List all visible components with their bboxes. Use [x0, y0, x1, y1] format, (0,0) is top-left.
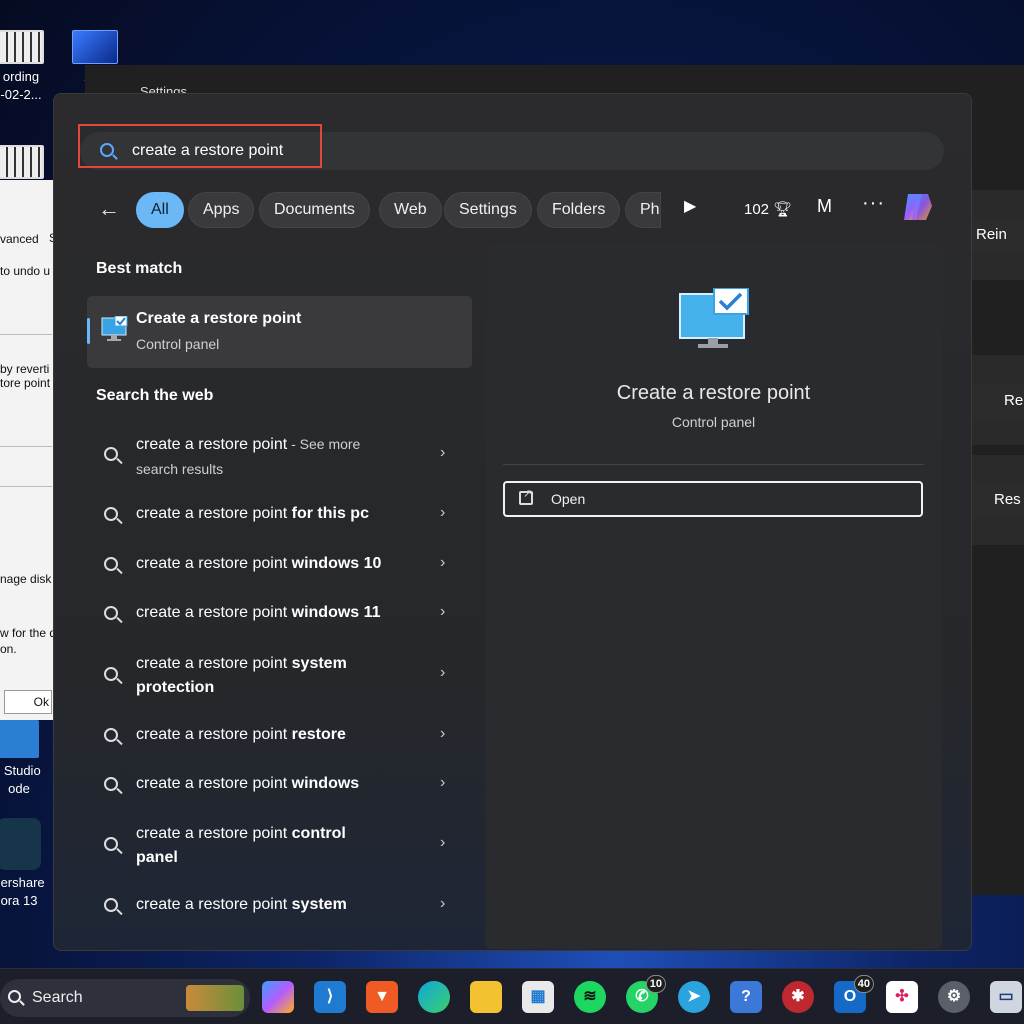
spotify-icon[interactable]: ≋ — [574, 981, 606, 1013]
chevron-right-icon: › — [440, 444, 446, 461]
outlook-badge: 40 — [853, 975, 874, 993]
chevron-right-icon: › — [440, 834, 446, 851]
filter-apps[interactable]: Apps — [188, 192, 255, 228]
filter-settings[interactable]: Settings — [444, 192, 532, 228]
image-file-icon — [72, 30, 118, 64]
best-match-title: Create a restore point — [136, 310, 302, 327]
vscode-icon — [0, 720, 39, 758]
whatsapp-icon[interactable]: ✆ 10 — [626, 975, 666, 1013]
web-result-item[interactable]: create a restore point for this pc › — [96, 504, 456, 528]
video-file-icon — [0, 145, 44, 179]
vscode-icon[interactable]: ⟩ — [314, 981, 346, 1013]
settings-reset-button[interactable]: Re — [964, 384, 1024, 418]
slack-icon[interactable]: ✣ — [886, 981, 918, 1013]
taskbar-search[interactable]: Search — [0, 979, 250, 1017]
edge-icon[interactable] — [418, 981, 450, 1013]
web-result-item[interactable]: create a restore point windows 10 › — [96, 554, 456, 578]
search-icon — [104, 606, 118, 620]
best-match-subtitle: Control panel — [136, 336, 220, 352]
search-icon — [104, 898, 118, 912]
chevron-right-icon: › — [440, 664, 446, 681]
security-app-icon[interactable]: ✱ — [782, 981, 814, 1013]
search-highlight-image — [186, 985, 244, 1011]
desktop-icon-recording[interactable]: ording -02-2... — [0, 30, 56, 104]
search-icon — [104, 557, 118, 571]
open-button-label: Open — [551, 491, 586, 507]
chevron-right-icon: › — [440, 895, 446, 912]
web-result-item[interactable]: create a restore point control panel › — [96, 824, 456, 872]
search-panel: create a restore point ← All Apps Docume… — [53, 93, 972, 951]
web-result-item[interactable]: create a restore point system protection … — [96, 654, 456, 702]
search-box[interactable]: create a restore point — [78, 124, 944, 170]
settings-reinstall-button[interactable]: Rein — [964, 218, 1024, 252]
search-icon — [8, 990, 21, 1003]
search-web-heading: Search the web — [96, 387, 214, 404]
web-result-item[interactable]: create a restore point restore › — [96, 725, 456, 749]
preview-title: Create a restore point — [616, 382, 811, 404]
preview-subtitle: Control panel — [671, 414, 756, 430]
copilot-icon[interactable] — [900, 190, 936, 224]
filter-folders[interactable]: Folders — [537, 192, 621, 228]
desktop-icon-vscode[interactable]: l Studio ode — [0, 720, 54, 798]
settings-gear-icon[interactable]: ⚙ — [938, 981, 970, 1013]
chevron-right-icon: › — [440, 603, 446, 620]
trophy-icon: 🏆︎ — [773, 201, 793, 218]
settings-reset-button-2[interactable]: Res — [964, 483, 1024, 517]
play-more-filters-icon[interactable]: ▶ — [684, 196, 696, 216]
search-icon — [104, 507, 118, 521]
open-external-icon — [519, 487, 533, 505]
back-arrow-icon[interactable]: ← — [98, 196, 120, 222]
account-avatar[interactable]: M — [817, 196, 832, 217]
search-icon — [104, 837, 118, 851]
web-result-item[interactable]: create a restore point windows 11 › — [96, 603, 456, 627]
desktop-icon-filmora[interactable]: dershare ora 13 — [0, 818, 54, 910]
search-icon — [104, 777, 118, 791]
selection-indicator — [87, 318, 90, 344]
monitor-check-icon — [101, 316, 128, 341]
microsoft-store-icon[interactable]: ▦ — [522, 981, 554, 1013]
filmora-icon — [0, 818, 41, 870]
search-icon — [104, 447, 118, 461]
filter-documents[interactable]: Documents — [259, 192, 370, 228]
preview-pane: Create a restore point Control panel Ope… — [485, 244, 942, 949]
filter-all[interactable]: All — [136, 192, 184, 228]
more-options-icon[interactable]: ··· — [862, 192, 885, 215]
remote-desktop-icon[interactable]: ▭ — [990, 981, 1022, 1013]
web-result-item[interactable]: create a restore point windows › — [96, 774, 456, 798]
divider — [503, 464, 924, 465]
search-input[interactable]: create a restore point — [132, 142, 283, 160]
filter-bar: ← All Apps Documents Web Settings Folder… — [80, 190, 944, 228]
taskbar-search-label: Search — [32, 989, 83, 1006]
open-button[interactable]: Open — [503, 481, 923, 517]
copilot-pre-icon[interactable] — [262, 981, 294, 1013]
best-match-heading: Best match — [96, 260, 183, 277]
chevron-right-icon: › — [440, 725, 446, 742]
system-properties-dialog: vanced to undo u by reverti tore point n… — [0, 180, 56, 720]
search-icon — [104, 667, 118, 681]
ok-button[interactable]: Ok — [4, 690, 52, 714]
telegram-icon[interactable]: ➤ — [678, 981, 710, 1013]
monitor-check-icon — [679, 288, 749, 348]
rewards-points[interactable]: 102 🏆︎ — [744, 200, 792, 218]
desktop-icon-recording-2[interactable] — [0, 145, 56, 183]
feedback-hub-icon[interactable]: ? — [730, 981, 762, 1013]
chevron-right-icon: › — [440, 504, 446, 521]
taskbar: Search ⟩ ▼ ▦ ≋ ✆ 10 ➤ ? ✱ O 40 ✣ ⚙ ▭ — [0, 968, 1024, 1024]
search-icon — [104, 728, 118, 742]
outlook-icon[interactable]: O 40 — [834, 975, 874, 1013]
chevron-right-icon: › — [440, 554, 446, 571]
web-result-item[interactable]: create a restore point - See more search … — [96, 434, 456, 482]
file-explorer-icon[interactable] — [470, 981, 502, 1013]
filter-photos[interactable]: Pho — [625, 192, 661, 228]
best-match-item[interactable]: Create a restore point Control panel — [87, 296, 472, 368]
chevron-right-icon: › — [440, 774, 446, 791]
whatsapp-badge: 10 — [645, 975, 666, 993]
brave-icon[interactable]: ▼ — [366, 981, 398, 1013]
web-result-item[interactable]: create a restore point system › — [96, 895, 456, 919]
search-icon — [100, 143, 114, 157]
video-file-icon — [0, 30, 44, 64]
filter-web[interactable]: Web — [379, 192, 442, 228]
